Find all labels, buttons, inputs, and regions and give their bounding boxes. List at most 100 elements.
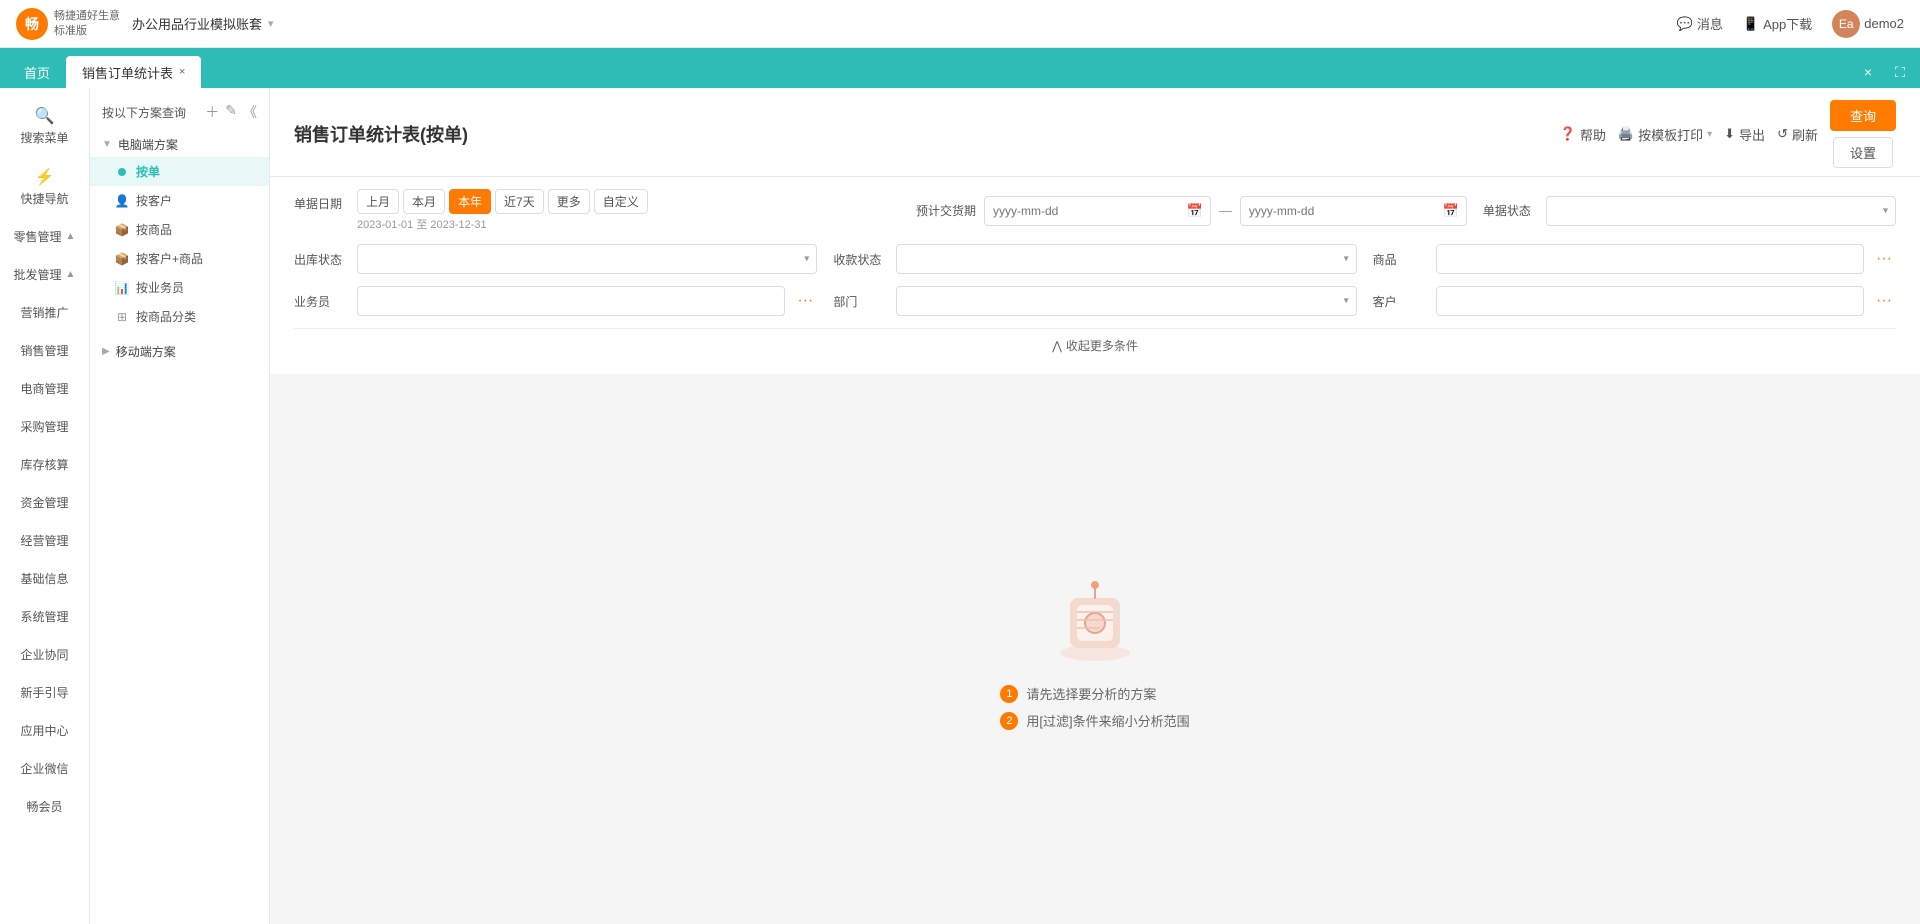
scheme-by-order-label: 按单 xyxy=(136,163,160,180)
receipt-status-select[interactable] xyxy=(896,244,1356,274)
quick-date-more[interactable]: 更多 xyxy=(548,189,590,214)
scheme-by-category-icon: ⊞ xyxy=(114,309,130,325)
topbar-right: 💬 消息 📱 App下载 Ea demo2 xyxy=(1677,10,1904,38)
quick-date-custom[interactable]: 自定义 xyxy=(594,189,648,214)
empty-tip-2: 2 用[过滤]条件来缩小分析范围 xyxy=(1000,711,1189,730)
out-status-select[interactable] xyxy=(357,244,817,274)
add-scheme-btn[interactable]: ＋ xyxy=(205,102,219,122)
goods-dots[interactable]: ··· xyxy=(1872,250,1896,268)
collapse-panel-btn[interactable]: 《 xyxy=(243,102,257,122)
expected-date-from-input[interactable] xyxy=(984,196,1211,226)
sidebar-item-member[interactable]: 畅会员 xyxy=(0,788,89,826)
sidebar-item-inventory[interactable]: 库存核算 xyxy=(0,446,89,484)
salesman-dots[interactable]: ··· xyxy=(793,292,817,310)
sidebar-label-system: 系统管理 xyxy=(20,608,68,625)
window-max-btn[interactable]: ⛶ xyxy=(1888,60,1912,84)
sidebar-item-company[interactable]: 企业协同 xyxy=(0,636,89,674)
tab-home[interactable]: 首页 xyxy=(8,56,66,88)
sidebar-item-retail[interactable]: 零售管理 ▲ xyxy=(0,218,89,256)
empty-tips: 1 请先选择要分析的方案 2 用[过滤]条件来缩小分析范围 xyxy=(1000,684,1189,730)
sidebar: 🔍 搜索菜单 ⚡ 快捷导航 零售管理 ▲ 批发管理 ▲ 营销推广 销售管理 电商… xyxy=(0,88,90,924)
scheme-by-category-label: 按商品分类 xyxy=(136,308,196,325)
empty-state: 1 请先选择要分析的方案 2 用[过滤]条件来缩小分析范围 xyxy=(270,374,1920,924)
scheme-item-by-product[interactable]: 📦 按商品 xyxy=(90,215,269,244)
bill-status-select[interactable] xyxy=(1546,196,1896,226)
scheme-section-mobile: ▶ 移动端方案 xyxy=(90,335,269,368)
retail-arrow: ▲ xyxy=(66,231,76,242)
scheme-item-by-cust-prod[interactable]: 📦 按客户+商品 xyxy=(90,244,269,273)
print-btn[interactable]: 🖨️ 按模板打印 ▾ xyxy=(1618,125,1712,144)
quick-date-last-month[interactable]: 上月 xyxy=(357,189,399,214)
scheme-by-order-icon xyxy=(114,164,130,180)
sidebar-item-apps[interactable]: 应用中心 xyxy=(0,712,89,750)
left-panel-actions: ＋ ✎ 《 xyxy=(205,102,257,122)
tab-close-icon[interactable]: × xyxy=(179,66,185,78)
scheme-item-by-customer[interactable]: 👤 按客户 xyxy=(90,186,269,215)
page-title: 销售订单统计表(按单) xyxy=(294,121,468,147)
quick-date-this-year[interactable]: 本年 xyxy=(449,189,491,214)
bill-status-group: 单据状态 ▾ xyxy=(1483,196,1896,226)
app-download-btn[interactable]: 📱 App下载 xyxy=(1743,14,1812,33)
export-btn[interactable]: ⬇ 导出 xyxy=(1724,125,1765,144)
goods-input[interactable] xyxy=(1436,244,1864,274)
salesman-input[interactable] xyxy=(357,286,785,316)
out-status-label: 出库状态 xyxy=(294,251,349,268)
topbar: 畅 畅捷通好生意 标准版 办公用品行业模拟账套 ▾ 💬 消息 📱 App下载 E… xyxy=(0,0,1920,48)
sidebar-item-system[interactable]: 系统管理 xyxy=(0,598,89,636)
main-layout: 🔍 搜索菜单 ⚡ 快捷导航 零售管理 ▲ 批发管理 ▲ 营销推广 销售管理 电商… xyxy=(0,88,1920,924)
sidebar-label-wechat: 企业微信 xyxy=(20,760,68,777)
sidebar-item-quicknav[interactable]: ⚡ 快捷导航 xyxy=(0,157,89,218)
dept-group: 部门 ▾ xyxy=(833,286,1356,316)
quick-date-7days[interactable]: 近7天 xyxy=(495,189,544,214)
scheme-by-cust-prod-label: 按客户+商品 xyxy=(136,250,203,267)
sidebar-label-sales: 销售管理 xyxy=(20,342,68,359)
sidebar-label-quicknav: 快捷导航 xyxy=(20,190,68,207)
sidebar-item-ecommerce[interactable]: 电商管理 xyxy=(0,370,89,408)
sidebar-item-finance[interactable]: 资金管理 xyxy=(0,484,89,522)
user-avatar-area[interactable]: Ea demo2 xyxy=(1832,10,1904,38)
customer-input[interactable] xyxy=(1436,286,1864,316)
sidebar-label-member: 畅会员 xyxy=(26,798,62,815)
scheme-section-mobile-label: 移动端方案 xyxy=(116,343,176,360)
refresh-btn[interactable]: ↺ 刷新 xyxy=(1777,125,1818,144)
tab-sales-stats[interactable]: 销售订单统计表 × xyxy=(66,56,201,88)
sidebar-item-sales[interactable]: 销售管理 xyxy=(0,332,89,370)
sidebar-item-purchase[interactable]: 采购管理 xyxy=(0,408,89,446)
sidebar-label-operation: 经营管理 xyxy=(20,532,68,549)
scheme-item-by-salesman[interactable]: 📊 按业务员 xyxy=(90,273,269,302)
help-btn[interactable]: ❓ 帮助 xyxy=(1560,125,1606,144)
expected-date-to-input[interactable] xyxy=(1240,196,1467,226)
customer-dots[interactable]: ··· xyxy=(1872,292,1896,310)
sidebar-item-newuser[interactable]: 新手引导 xyxy=(0,674,89,712)
scheme-item-by-category[interactable]: ⊞ 按商品分类 xyxy=(90,302,269,331)
query-button[interactable]: 查询 xyxy=(1830,100,1896,131)
collapse-row[interactable]: ⋀ 收起更多条件 xyxy=(294,328,1896,362)
section-expand-arrow: ▼ xyxy=(102,139,112,150)
sidebar-item-search[interactable]: 🔍 搜索菜单 xyxy=(0,96,89,157)
sidebar-item-basic[interactable]: 基础信息 xyxy=(0,560,89,598)
left-panel-header: 按以下方案查询 ＋ ✎ 《 xyxy=(90,96,269,128)
scheme-section-mobile-header[interactable]: ▶ 移动端方案 xyxy=(90,339,269,364)
top-title-arrow[interactable]: ▾ xyxy=(268,17,274,30)
scheme-by-salesman-label: 按业务员 xyxy=(136,279,184,296)
settings-button[interactable]: 设置 xyxy=(1833,137,1893,168)
edit-scheme-btn[interactable]: ✎ xyxy=(225,102,237,122)
scheme-section-pc: ▼ 电脑端方案 按单 👤 按客户 📦 按商品 xyxy=(90,128,269,335)
expected-date-label: 预计交货期 xyxy=(916,202,976,219)
scheme-section-pc-header[interactable]: ▼ 电脑端方案 xyxy=(90,132,269,157)
scheme-item-by-order[interactable]: 按单 xyxy=(90,157,269,186)
sidebar-item-wechat[interactable]: 企业微信 xyxy=(0,750,89,788)
filter-area: 单据日期 上月 本月 本年 近7天 更多 自定义 2023-01-01 至 20… xyxy=(270,177,1920,374)
window-close-btn[interactable]: × xyxy=(1856,60,1880,84)
sidebar-label-marketing: 营销推广 xyxy=(20,304,68,321)
sidebar-item-marketing[interactable]: 营销推广 xyxy=(0,294,89,332)
tabbar: 首页 销售订单统计表 × × ⛶ xyxy=(0,48,1920,88)
sidebar-item-wholesale[interactable]: 批发管理 ▲ xyxy=(0,256,89,294)
help-label: 帮助 xyxy=(1580,125,1606,144)
dept-select[interactable] xyxy=(896,286,1356,316)
salesman-group: 业务员 ··· xyxy=(294,286,817,316)
sidebar-item-operation[interactable]: 经营管理 xyxy=(0,522,89,560)
quick-date-this-month[interactable]: 本月 xyxy=(403,189,445,214)
message-btn[interactable]: 💬 消息 xyxy=(1677,14,1723,33)
right-panel: 销售订单统计表(按单) ❓ 帮助 🖨️ 按模板打印 ▾ ⬇ 导出 xyxy=(270,88,1920,924)
